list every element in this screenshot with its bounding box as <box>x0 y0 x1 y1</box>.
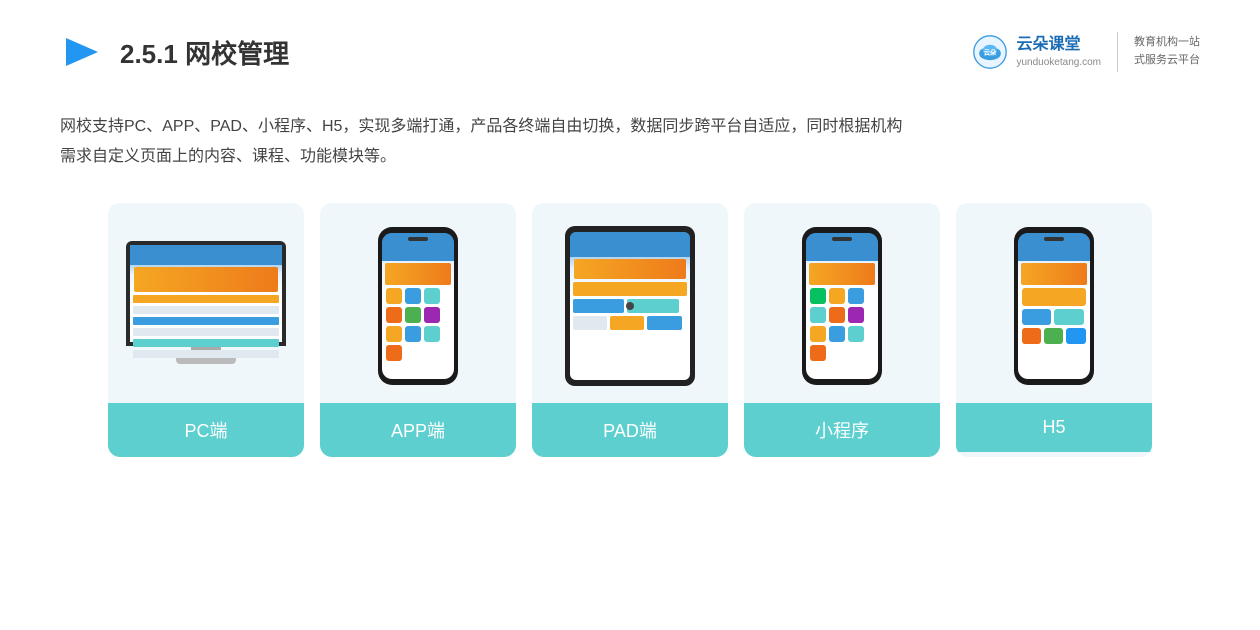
pc-mockup <box>126 241 286 371</box>
card-h5: H5 <box>956 203 1152 457</box>
header: 2.5.1 网校管理 云朵 云朵课堂 yunduoketang.com 教育机构… <box>60 30 1200 84</box>
header-left: 2.5.1 网校管理 <box>60 30 289 74</box>
logo-icon <box>60 30 104 74</box>
brand-cloud-icon: 云朵 <box>972 34 1008 70</box>
card-app-label: APP端 <box>320 403 516 457</box>
app-mockup <box>378 227 458 385</box>
description-text: 网校支持PC、APP、PAD、小程序、H5，实现多端打通，产品各终端自由切换，数… <box>60 112 1200 173</box>
card-pc-label: PC端 <box>108 403 304 457</box>
brand-slogan: 教育机构一站 式服务云平台 <box>1134 34 1200 69</box>
card-pad-image <box>532 203 728 403</box>
card-mini-label: 小程序 <box>744 403 940 457</box>
h5-mockup <box>1014 227 1094 385</box>
header-right: 云朵 云朵课堂 yunduoketang.com 教育机构一站 式服务云平台 <box>972 32 1200 72</box>
card-app: APP端 <box>320 203 516 457</box>
svg-text:云朵: 云朵 <box>984 48 997 57</box>
card-app-image <box>320 203 516 403</box>
brand-text: 云朵课堂 yunduoketang.com <box>1016 34 1101 70</box>
pad-mockup <box>565 226 695 386</box>
card-pad-label: PAD端 <box>532 403 728 457</box>
card-h5-image <box>956 203 1152 403</box>
card-mini: 小程序 <box>744 203 940 457</box>
card-pc: PC端 <box>108 203 304 457</box>
card-mini-image <box>744 203 940 403</box>
card-pad: PAD端 <box>532 203 728 457</box>
card-h5-label: H5 <box>956 403 1152 452</box>
card-pc-image <box>108 203 304 403</box>
cards-container: PC端 <box>60 203 1200 457</box>
page-title: 2.5.1 网校管理 <box>120 34 289 71</box>
mini-mockup <box>802 227 882 385</box>
brand-divider <box>1117 32 1118 72</box>
page-container: 2.5.1 网校管理 云朵 云朵课堂 yunduoketang.com 教育机构… <box>0 0 1260 630</box>
